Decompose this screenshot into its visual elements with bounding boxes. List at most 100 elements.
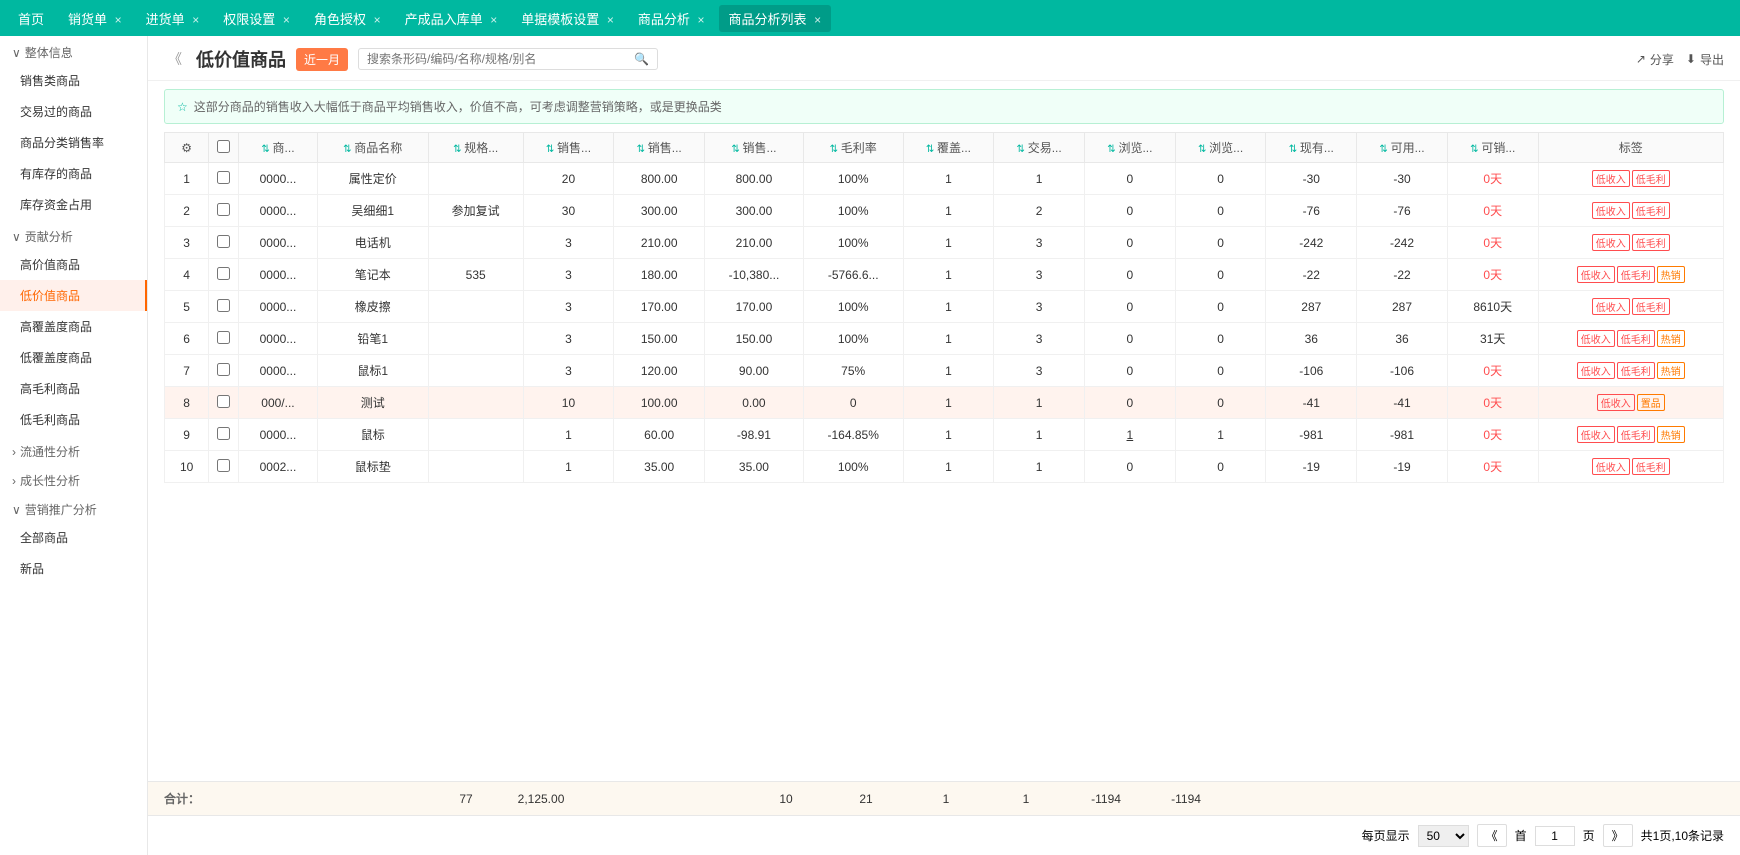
close-icon[interactable]: × <box>814 13 821 27</box>
nav-product-analysis[interactable]: 商品分析 × <box>628 5 715 32</box>
sidebar-collapse-button[interactable]: 《 <box>164 47 186 71</box>
sidebar-item-low-margin[interactable]: 低毛利商品 <box>0 404 147 435</box>
row-browse1[interactable]: 1 <box>1085 419 1176 451</box>
sidebar-item-low-value[interactable]: 低价值商品 <box>0 280 147 311</box>
row-checkbox[interactable] <box>217 395 230 408</box>
row-checkbox[interactable] <box>217 171 230 184</box>
export-button[interactable]: ⬇ 导出 <box>1686 51 1724 68</box>
search-box[interactable]: 🔍 <box>358 48 658 70</box>
row-checkbox[interactable] <box>217 427 230 440</box>
nav-permission-settings[interactable]: 权限设置 × <box>213 5 300 32</box>
close-icon[interactable]: × <box>697 13 704 27</box>
row-coverage: 1 <box>903 355 994 387</box>
sidebar-item-high-margin[interactable]: 高毛利商品 <box>0 373 147 404</box>
row-name: 测试 <box>317 387 428 419</box>
col-name[interactable]: 商品名称 <box>317 133 428 163</box>
row-checkbox-cell[interactable] <box>209 259 239 291</box>
row-checkbox[interactable] <box>217 299 230 312</box>
page-number-input[interactable] <box>1535 826 1575 846</box>
sidebar-item-high-coverage[interactable]: 高覆盖度商品 <box>0 311 147 342</box>
row-checkbox-cell[interactable] <box>209 387 239 419</box>
page-size-select[interactable]: 50 100 200 <box>1418 825 1469 847</box>
row-sale-amt2: 210.00 <box>705 227 804 259</box>
row-margin: -164.85% <box>803 419 903 451</box>
sidebar-section-growth[interactable]: › 成长性分析 <box>0 464 147 493</box>
nav-template-settings[interactable]: 单据模板设置 × <box>511 5 624 32</box>
filter-recent-month-button[interactable]: 近一月 <box>296 48 348 71</box>
sidebar-section-marketing[interactable]: ∨ 营销推广分析 <box>0 493 147 522</box>
close-icon[interactable]: × <box>490 13 497 27</box>
col-stock[interactable]: 现有... <box>1266 133 1357 163</box>
nav-purchase-order[interactable]: 进货单 × <box>136 5 210 32</box>
col-browse1[interactable]: 浏览... <box>1085 133 1176 163</box>
row-stock: -22 <box>1266 259 1357 291</box>
browse-link[interactable]: 1 <box>1127 428 1134 442</box>
row-browse1: 0 <box>1085 195 1176 227</box>
sidebar-section-liquidity[interactable]: › 流通性分析 <box>0 435 147 464</box>
search-icon[interactable]: 🔍 <box>634 52 649 66</box>
row-checkbox[interactable] <box>217 459 230 472</box>
row-checkbox[interactable] <box>217 235 230 248</box>
nav-product-storage[interactable]: 产成品入库单 × <box>395 5 508 32</box>
close-icon[interactable]: × <box>607 13 614 27</box>
row-spec: 参加复试 <box>428 195 523 227</box>
row-days: 0天 <box>1447 195 1538 227</box>
row-checkbox-cell[interactable] <box>209 163 239 195</box>
sidebar-item-inventory-funds[interactable]: 库存资金占用 <box>0 189 147 220</box>
sidebar-section-contribution[interactable]: ∨ 贡献分析 <box>0 220 147 249</box>
sidebar-item-sales-products[interactable]: 销售类商品 <box>0 65 147 96</box>
sidebar-item-low-coverage[interactable]: 低覆盖度商品 <box>0 342 147 373</box>
first-page-button[interactable]: 《 <box>1477 824 1507 847</box>
row-coverage: 1 <box>903 323 994 355</box>
sidebar-section-overall[interactable]: ∨ 整体信息 <box>0 36 147 65</box>
col-browse2[interactable]: 浏览... <box>1175 133 1266 163</box>
row-checkbox-cell[interactable] <box>209 323 239 355</box>
row-checkbox-cell[interactable] <box>209 195 239 227</box>
sidebar-item-traded-products[interactable]: 交易过的商品 <box>0 96 147 127</box>
share-button[interactable]: ↗ 分享 <box>1636 51 1674 68</box>
row-no: 5 <box>165 291 209 323</box>
col-spec[interactable]: 规格... <box>428 133 523 163</box>
col-qty[interactable]: 销售... <box>523 133 614 163</box>
nav-role-auth[interactable]: 角色授权 × <box>304 5 391 32</box>
row-checkbox-cell[interactable] <box>209 355 239 387</box>
col-margin[interactable]: 毛利率 <box>803 133 903 163</box>
sidebar-item-all-products[interactable]: 全部商品 <box>0 522 147 553</box>
row-browse2: 0 <box>1175 451 1266 483</box>
select-all-checkbox[interactable] <box>217 140 230 153</box>
sidebar-item-high-value[interactable]: 高价值商品 <box>0 249 147 280</box>
nav-sales-order[interactable]: 销货单 × <box>58 5 132 32</box>
col-coverage[interactable]: 覆盖... <box>903 133 994 163</box>
row-checkbox[interactable] <box>217 203 230 216</box>
row-checkbox[interactable] <box>217 331 230 344</box>
next-page-button[interactable]: 》 <box>1603 824 1633 847</box>
row-code: 0000... <box>239 195 317 227</box>
row-checkbox[interactable] <box>217 267 230 280</box>
row-checkbox-cell[interactable] <box>209 227 239 259</box>
sidebar-item-category-sales-rate[interactable]: 商品分类销售率 <box>0 127 147 158</box>
row-checkbox-cell[interactable] <box>209 291 239 323</box>
col-avail[interactable]: 可用... <box>1357 133 1448 163</box>
sidebar-item-in-stock-products[interactable]: 有库存的商品 <box>0 158 147 189</box>
row-sale-amt2: 300.00 <box>705 195 804 227</box>
close-icon[interactable]: × <box>192 13 199 27</box>
col-checkbox[interactable] <box>209 133 239 163</box>
row-checkbox[interactable] <box>217 363 230 376</box>
row-margin: -5766.6... <box>803 259 903 291</box>
close-icon[interactable]: × <box>374 13 381 27</box>
col-sale-amt2[interactable]: 销售... <box>705 133 804 163</box>
col-sale-amt[interactable]: 销售... <box>614 133 705 163</box>
nav-product-analysis-list[interactable]: 商品分析列表 × <box>719 5 832 32</box>
col-code[interactable]: 商... <box>239 133 317 163</box>
col-days[interactable]: 可销... <box>1447 133 1538 163</box>
close-icon[interactable]: × <box>115 13 122 27</box>
col-settings[interactable]: ⚙ <box>165 133 209 163</box>
sidebar-item-new-products[interactable]: 新品 <box>0 553 147 584</box>
row-checkbox-cell[interactable] <box>209 451 239 483</box>
search-input[interactable] <box>367 52 630 66</box>
row-checkbox-cell[interactable] <box>209 419 239 451</box>
row-qty: 30 <box>523 195 614 227</box>
nav-home[interactable]: 首页 <box>8 5 54 32</box>
close-icon[interactable]: × <box>283 13 290 27</box>
col-trade[interactable]: 交易... <box>994 133 1085 163</box>
